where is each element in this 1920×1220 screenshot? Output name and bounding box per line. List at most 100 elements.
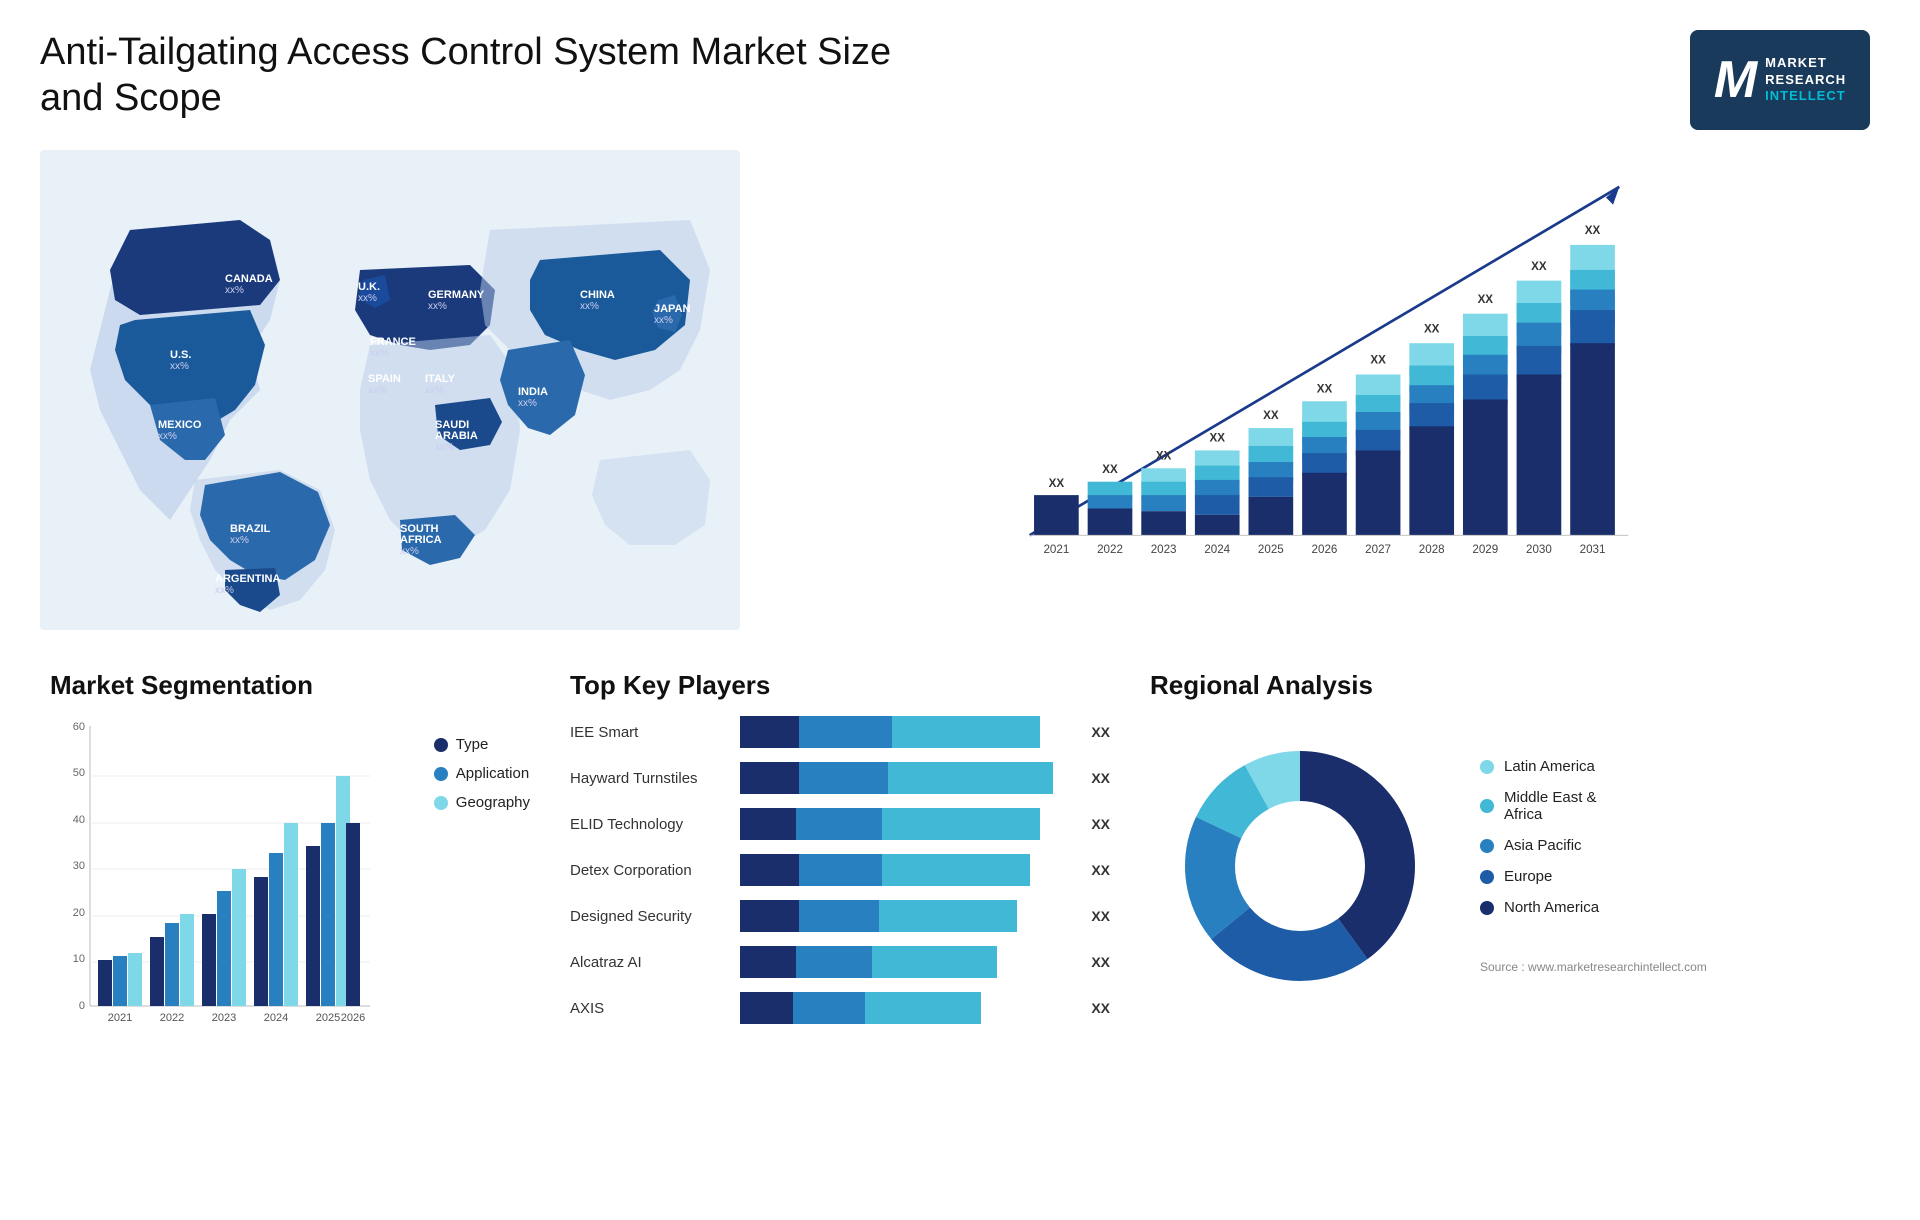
svg-text:2030: 2030 [1526,543,1552,556]
legend-latin-america: Latin America [1480,758,1707,775]
svg-text:XX: XX [1370,354,1386,367]
player-name-detex: Detex Corporation [570,862,730,879]
reg-dot-asia [1480,839,1494,853]
svg-text:CHINA: CHINA [580,289,615,301]
svg-text:xx%: xx% [158,431,177,442]
segmentation-title: Market Segmentation [50,670,530,701]
svg-text:2022: 2022 [1097,543,1123,556]
svg-text:xx%: xx% [654,315,673,326]
svg-text:U.K.: U.K. [358,281,380,293]
svg-text:2024: 2024 [264,1012,288,1024]
bar-seg-dark [740,854,799,886]
reg-label-northam: North America [1504,899,1599,916]
svg-text:ARABIA: ARABIA [435,430,478,442]
bar-seg-dark [740,716,799,748]
legend-dot-geography [434,796,448,810]
bar-seg-light [888,762,1053,794]
bar-seg-light [882,854,1031,886]
svg-text:30: 30 [73,860,85,872]
legend-type: Type [434,736,530,753]
legend-label-geography: Geography [456,794,530,811]
bar-seg-dark [740,946,796,978]
player-bar-iee [740,716,1070,748]
bar-seg-dark [740,900,799,932]
player-xx-axis: XX [1080,1000,1110,1016]
player-xx-detex: XX [1080,862,1110,878]
logo-letter: M [1714,50,1757,110]
svg-text:2024: 2024 [1204,543,1230,556]
svg-text:2027: 2027 [1365,543,1391,556]
player-bar-designed [740,900,1070,932]
reg-label-europe: Europe [1504,868,1552,885]
bottom-section: Market Segmentation 0 10 20 30 40 50 60 [40,660,1880,1190]
svg-text:10: 10 [73,953,85,965]
player-xx-alcatraz: XX [1080,954,1110,970]
svg-text:CANADA: CANADA [225,273,273,285]
svg-text:U.S.: U.S. [170,349,191,361]
regional-inner: Latin America Middle East &Africa Asia P… [1150,716,1870,1016]
player-row-designed: Designed Security XX [570,900,1110,932]
bar-seg-mid [793,992,866,1024]
svg-text:XX: XX [1531,260,1547,273]
bar-seg-light [882,808,1040,840]
svg-text:2022: 2022 [160,1012,184,1024]
svg-text:xx%: xx% [230,535,249,546]
regional-title: Regional Analysis [1150,670,1870,701]
player-bar-hayward [740,762,1070,794]
logo-text: MARKET RESEARCH INTELLECT [1765,55,1846,106]
svg-text:XX: XX [1317,382,1333,395]
donut-svg [1150,716,1450,1016]
bar-chart-svg: XX XX XX XX XX [780,160,1860,580]
player-xx-elid: XX [1080,816,1110,832]
svg-text:xx%: xx% [435,442,454,453]
map-container: CANADA xx% U.S. xx% MEXICO xx% BRAZIL xx… [40,150,740,630]
player-name-designed: Designed Security [570,908,730,925]
svg-text:XX: XX [1209,431,1225,444]
svg-text:60: 60 [73,721,85,733]
svg-text:2029: 2029 [1472,543,1498,556]
player-xx-hayward: XX [1080,770,1110,786]
player-bar-axis [740,992,1070,1024]
svg-text:FRANCE: FRANCE [370,336,416,348]
svg-text:20: 20 [73,907,85,919]
regional-container: Regional Analysis [1140,660,1880,1190]
seg-legend: Type Application Geography [434,716,530,811]
svg-text:xx%: xx% [428,301,447,312]
svg-text:xx%: xx% [370,348,389,359]
logo-box: M MARKET RESEARCH INTELLECT [1690,30,1870,130]
players-list: IEE Smart XX Hayward Turnstiles [570,716,1110,1024]
svg-text:50: 50 [73,767,85,779]
svg-text:2021: 2021 [108,1012,132,1024]
svg-text:SPAIN: SPAIN [368,373,401,385]
svg-text:ITALY: ITALY [425,373,456,385]
header: Anti-Tailgating Access Control System Ma… [40,30,1880,130]
seg-chart-area: 0 10 20 30 40 50 60 [50,716,530,1061]
svg-text:xx%: xx% [225,285,244,296]
legend-label-application: Application [456,765,529,782]
legend-north-america: North America [1480,899,1707,916]
svg-text:2028: 2028 [1419,543,1445,556]
svg-text:XX: XX [1102,463,1118,476]
svg-text:2023: 2023 [212,1012,236,1024]
player-row-axis: AXIS XX [570,992,1110,1024]
bar-seg-dark [740,808,796,840]
bar-seg-mid [796,946,872,978]
player-name-iee: IEE Smart [570,724,730,741]
logo-research: RESEARCH [1765,72,1846,89]
legend-label-type: Type [456,736,489,753]
svg-text:xx%: xx% [170,361,189,372]
reg-label-latin: Latin America [1504,758,1595,775]
svg-text:XX: XX [1049,477,1065,490]
player-name-elid: ELID Technology [570,816,730,833]
svg-text:xx%: xx% [518,398,537,409]
player-row-iee: IEE Smart XX [570,716,1110,748]
bar-seg-light [879,900,1018,932]
regional-legend: Latin America Middle East &Africa Asia P… [1480,758,1707,974]
bar-seg-light [892,716,1041,748]
page-title: Anti-Tailgating Access Control System Ma… [40,30,940,121]
player-bar-elid [740,808,1070,840]
svg-text:2031: 2031 [1580,543,1606,556]
player-row-alcatraz: Alcatraz AI XX [570,946,1110,978]
player-row-hayward: Hayward Turnstiles XX [570,762,1110,794]
player-xx-designed: XX [1080,908,1110,924]
